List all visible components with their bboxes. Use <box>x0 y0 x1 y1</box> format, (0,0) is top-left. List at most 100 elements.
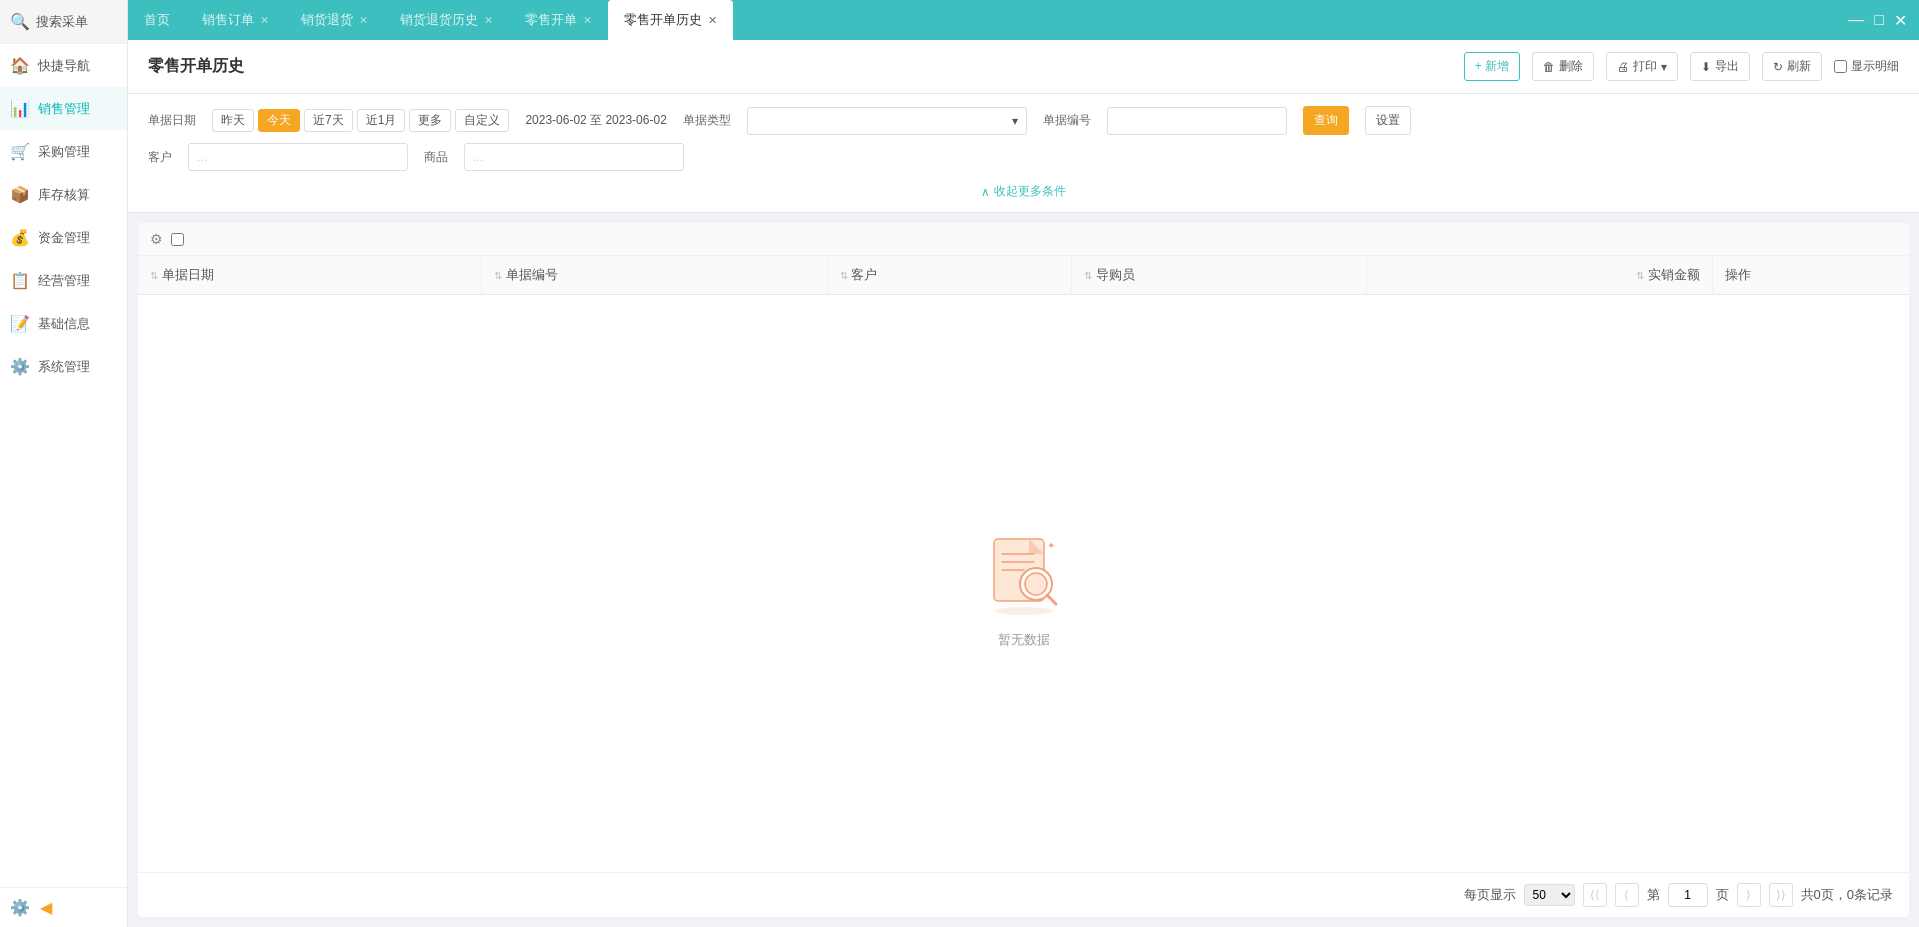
print-button-label: 打印 <box>1633 58 1657 75</box>
th-customer[interactable]: ⇅ 客户 <box>827 256 1071 295</box>
dropdown-icon: ▾ <box>1012 114 1018 128</box>
data-table: ⇅ 单据日期 ⇅ 单据编号 ⇅ 客户 ⇅ 导购员 <box>138 256 1909 295</box>
date-filter-buttons: 昨天 今天 近7天 近1月 更多 自定义 <box>212 109 509 132</box>
doc-type-select[interactable]: ▾ <box>747 107 1027 135</box>
tab-retail-open-label: 零售开单 <box>525 11 577 29</box>
setting-button[interactable]: 设置 <box>1365 106 1411 135</box>
sidebar: 🔍 搜索采单 🏠 快捷导航 📊 销售管理 🛒 采购管理 📦 库存核算 💰 资金管… <box>0 0 128 927</box>
sidebar-item-basic-info[interactable]: 📝 基础信息 <box>0 302 127 345</box>
add-button-label: + 新增 <box>1475 58 1509 75</box>
sort-icon: ⇅ <box>840 270 848 281</box>
tab-home[interactable]: 首页 <box>128 0 186 40</box>
customer-label: 客户 <box>148 149 172 166</box>
date-btn-today[interactable]: 今天 <box>258 109 300 132</box>
refresh-icon: ↻ <box>1773 60 1783 74</box>
customer-input[interactable]: ... <box>188 143 408 171</box>
delete-button[interactable]: 🗑 删除 <box>1532 52 1594 81</box>
date-btn-7days[interactable]: 近7天 <box>304 109 353 132</box>
close-tab-retail-open-history-icon[interactable]: ✕ <box>708 14 717 27</box>
cart-icon: 🛒 <box>10 142 30 161</box>
sort-icon: ⇅ <box>1636 270 1644 281</box>
sidebar-item-purchase-mgmt[interactable]: 🛒 采购管理 <box>0 130 127 173</box>
query-button-label: 查询 <box>1314 112 1338 129</box>
doc-no-input[interactable] <box>1107 107 1287 135</box>
maximize-icon[interactable]: □ <box>1874 11 1884 29</box>
tab-retail-open[interactable]: 零售开单 ✕ <box>509 0 608 40</box>
next-page-btn[interactable]: ⟩ <box>1737 883 1761 907</box>
window-controls: — □ ✕ <box>1848 11 1919 30</box>
settings-bottom-icon[interactable]: ⚙️ <box>10 898 30 917</box>
first-page-btn[interactable]: ⟨⟨ <box>1583 883 1607 907</box>
show-detail-label: 显示明细 <box>1851 58 1899 75</box>
toolbar: + 新增 🗑 删除 🖨 打印 ▾ ⬇ 导出 ↻ 刷新 显示明细 <box>1464 52 1899 81</box>
tab-sales-return-label: 销货退货 <box>301 11 353 29</box>
box-icon: 📦 <box>10 185 30 204</box>
page-size-label: 每页显示 <box>1464 886 1516 904</box>
doc-icon: 📝 <box>10 314 30 333</box>
date-btn-more[interactable]: 更多 <box>409 109 451 132</box>
th-guide[interactable]: ⇅ 导购员 <box>1071 256 1366 295</box>
sidebar-item-operations[interactable]: 📋 经营管理 <box>0 259 127 302</box>
sidebar-item-sales-mgmt[interactable]: 📊 销售管理 <box>0 87 127 130</box>
table-toolbar: ⚙ <box>138 223 1909 256</box>
export-button-label: 导出 <box>1715 58 1739 75</box>
select-all-checkbox[interactable] <box>171 233 184 246</box>
collapse-icon: ∧ <box>981 185 990 199</box>
tab-retail-open-history[interactable]: 零售开单历史 ✕ <box>608 0 733 40</box>
sidebar-item-label: 采购管理 <box>38 143 90 161</box>
tab-sales-return-history[interactable]: 销货退货历史 ✕ <box>384 0 509 40</box>
close-tab-sales-order-icon[interactable]: ✕ <box>260 14 269 27</box>
th-amount[interactable]: ⇅ 实销金额 <box>1366 256 1712 295</box>
sidebar-item-label: 快捷导航 <box>38 57 90 75</box>
sidebar-item-label: 资金管理 <box>38 229 90 247</box>
tab-home-label: 首页 <box>144 11 170 29</box>
prev-page-btn[interactable]: ⟨ <box>1615 883 1639 907</box>
sidebar-item-inventory[interactable]: 📦 库存核算 <box>0 173 127 216</box>
sidebar-item-quick-nav[interactable]: 🏠 快捷导航 <box>0 44 127 87</box>
th-date[interactable]: ⇅ 单据日期 <box>138 256 482 295</box>
tab-sales-return[interactable]: 销货退货 ✕ <box>285 0 384 40</box>
empty-state: ✦ 暂无数据 <box>138 295 1909 872</box>
query-button[interactable]: 查询 <box>1303 106 1349 135</box>
add-button[interactable]: + 新增 <box>1464 52 1520 81</box>
close-window-icon[interactable]: ✕ <box>1894 11 1907 30</box>
print-button[interactable]: 🖨 打印 ▾ <box>1606 52 1678 81</box>
show-detail-checkbox-label[interactable]: 显示明细 <box>1834 58 1899 75</box>
export-button[interactable]: ⬇ 导出 <box>1690 52 1750 81</box>
tab-sales-order[interactable]: 销售订单 ✕ <box>186 0 285 40</box>
money-icon: 💰 <box>10 228 30 247</box>
empty-text: 暂无数据 <box>998 631 1050 649</box>
product-input[interactable]: ... <box>464 143 684 171</box>
page-number-input[interactable] <box>1668 883 1708 907</box>
show-detail-checkbox[interactable] <box>1834 60 1847 73</box>
filter-area: 单据日期 昨天 今天 近7天 近1月 更多 自定义 2023-06-02 至 2… <box>128 94 1919 213</box>
date-btn-yesterday[interactable]: 昨天 <box>212 109 254 132</box>
customer-ellipsis: ... <box>197 150 207 164</box>
close-tab-retail-open-icon[interactable]: ✕ <box>583 14 592 27</box>
sidebar-search-label: 搜索采单 <box>36 13 88 31</box>
page-unit: 页 <box>1716 886 1729 904</box>
date-btn-custom[interactable]: 自定义 <box>455 109 509 132</box>
page-size-select[interactable]: 50 100 200 <box>1524 884 1575 906</box>
sidebar-item-finance[interactable]: 💰 资金管理 <box>0 216 127 259</box>
table-header-row: ⇅ 单据日期 ⇅ 单据编号 ⇅ 客户 ⇅ 导购员 <box>138 256 1909 295</box>
sidebar-item-system-mgmt[interactable]: ⚙️ 系统管理 <box>0 345 127 388</box>
sidebar-search[interactable]: 🔍 搜索采单 <box>0 0 127 44</box>
filter-row-2: 客户 ... 商品 ... <box>148 143 1899 171</box>
doc-type-label: 单据类型 <box>683 112 731 129</box>
date-btn-1month[interactable]: 近1月 <box>357 109 406 132</box>
svg-text:✦: ✦ <box>1047 540 1055 551</box>
minimize-icon[interactable]: — <box>1848 11 1864 29</box>
collapse-btn[interactable]: ∧ 收起更多条件 <box>148 179 1899 204</box>
refresh-button[interactable]: ↻ 刷新 <box>1762 52 1822 81</box>
collapse-sidebar-icon[interactable]: ◀ <box>40 898 52 917</box>
close-tab-sales-return-icon[interactable]: ✕ <box>359 14 368 27</box>
last-page-btn[interactable]: ⟩⟩ <box>1769 883 1793 907</box>
tab-sales-order-label: 销售订单 <box>202 11 254 29</box>
collapse-label: 收起更多条件 <box>994 183 1066 200</box>
th-no[interactable]: ⇅ 单据编号 <box>482 256 828 295</box>
sidebar-item-label: 经营管理 <box>38 272 90 290</box>
table-settings-icon[interactable]: ⚙ <box>150 231 163 247</box>
sort-icon: ⇅ <box>1084 270 1092 281</box>
close-tab-sales-return-history-icon[interactable]: ✕ <box>484 14 493 27</box>
